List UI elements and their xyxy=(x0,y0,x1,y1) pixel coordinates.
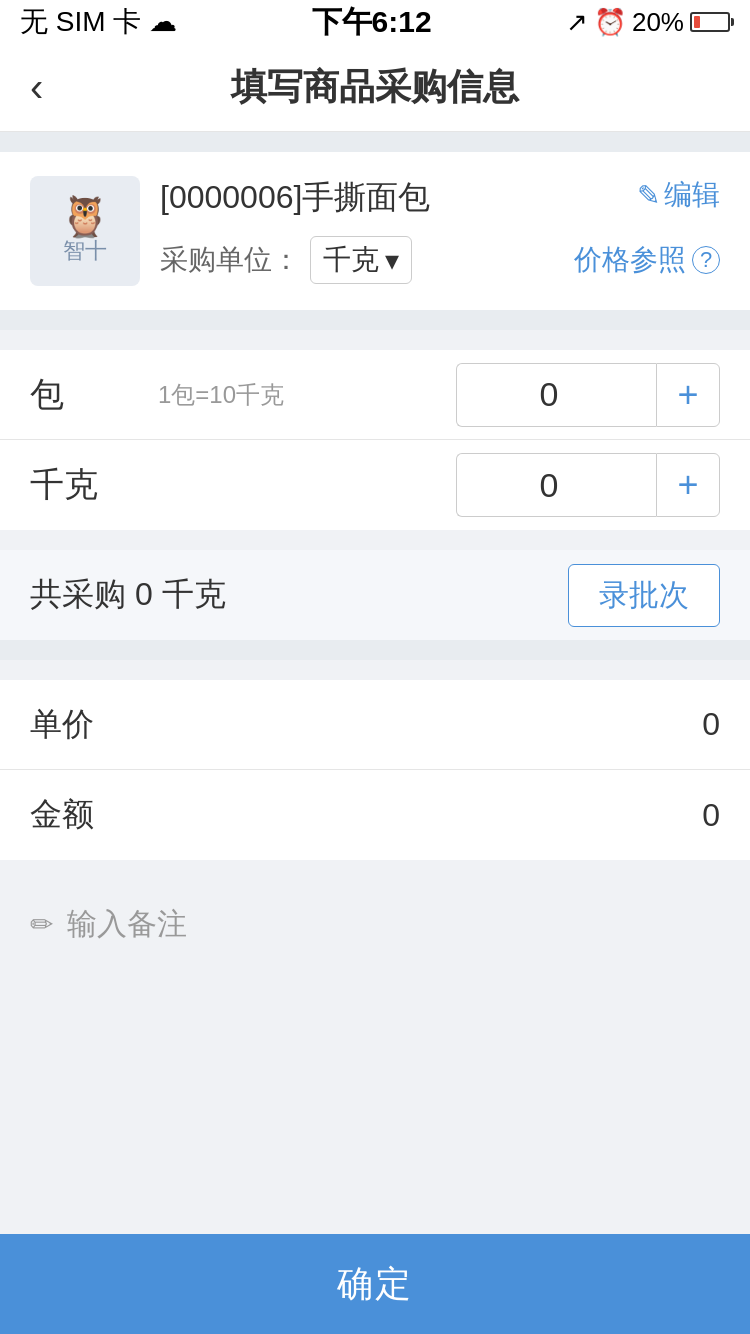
product-info: [0000006]手撕面包 ✎ 编辑 采购单位： 千克 ▾ 价格参照 ? xyxy=(160,176,720,284)
unit-select[interactable]: 千克 ▾ xyxy=(310,236,412,284)
amount-label: 金额 xyxy=(30,793,94,837)
status-bar: 无 SIM 卡 ☁ 下午6:12 ↗ ⏰ 20% xyxy=(0,0,750,44)
edit-button[interactable]: ✎ 编辑 xyxy=(637,176,720,214)
unit-price-label: 单价 xyxy=(30,703,94,747)
confirm-btn-container: 确定 xyxy=(0,1234,750,1334)
remark-placeholder: ✏ 输入备注 xyxy=(30,904,720,945)
amount-value: 0 xyxy=(702,797,720,834)
edit-label: 编辑 xyxy=(664,176,720,214)
status-left: 无 SIM 卡 ☁ xyxy=(20,3,177,41)
summary-text: 共采购 0 千克 xyxy=(30,573,226,617)
status-right: ↗ ⏰ 20% xyxy=(566,7,730,38)
price-reference-button[interactable]: 价格参照 ? xyxy=(574,241,720,279)
unit-price-value: 0 xyxy=(702,706,720,743)
status-time: 下午6:12 xyxy=(312,2,432,43)
bag-label: 包 xyxy=(30,372,150,418)
nav-bar: ‹ 填写商品采购信息 xyxy=(0,44,750,132)
bag-sublabel: 1包=10千克 xyxy=(158,379,284,411)
product-thumb-inner: 🦉 智十 xyxy=(60,196,110,266)
kg-plus-button[interactable]: + xyxy=(656,453,720,517)
back-button[interactable]: ‹ xyxy=(30,65,90,110)
help-icon: ? xyxy=(692,246,720,274)
kg-label: 千克 xyxy=(30,462,150,508)
unit-price-row: 单价 0 xyxy=(0,680,750,770)
price-divider xyxy=(0,640,750,660)
product-thumbnail: 🦉 智十 xyxy=(30,176,140,286)
owl-icon: 🦉 xyxy=(60,196,110,236)
kg-input-row: 千克 + xyxy=(0,440,750,530)
price-section: 单价 0 金额 0 xyxy=(0,680,750,860)
top-divider xyxy=(0,132,750,152)
page-title: 填写商品采购信息 xyxy=(231,63,519,112)
bag-input-right: + xyxy=(284,363,720,427)
batch-button[interactable]: 录批次 xyxy=(568,564,720,627)
remark-section[interactable]: ✏ 输入备注 xyxy=(0,880,750,1080)
battery-icon xyxy=(690,12,730,32)
location-icon: ↗ xyxy=(566,7,588,38)
product-card: 🦉 智十 [0000006]手撕面包 ✎ 编辑 采购单位： 千克 ▾ 价格参照 xyxy=(0,152,750,310)
unit-row: 采购单位： 千克 ▾ 价格参照 ? xyxy=(160,236,720,284)
alarm-icon: ⏰ xyxy=(594,7,626,38)
unit-select-value: 千克 xyxy=(323,241,379,279)
bag-input-row: 包 1包=10千克 + xyxy=(0,350,750,440)
pencil-icon: ✏ xyxy=(30,908,53,941)
product-name-row: [0000006]手撕面包 ✎ 编辑 xyxy=(160,176,720,220)
amount-row: 金额 0 xyxy=(0,770,750,860)
kg-input-right: + xyxy=(150,453,720,517)
bag-quantity-input[interactable] xyxy=(456,363,656,427)
edit-icon: ✎ xyxy=(637,179,660,212)
middle-divider xyxy=(0,310,750,330)
remark-placeholder-text: 输入备注 xyxy=(67,904,187,945)
summary-row: 共采购 0 千克 录批次 xyxy=(0,550,750,640)
no-sim-label: 无 SIM 卡 ☁ xyxy=(20,3,177,41)
battery-percent: 20% xyxy=(632,7,684,38)
kg-quantity-input[interactable] xyxy=(456,453,656,517)
bag-plus-button[interactable]: + xyxy=(656,363,720,427)
price-ref-label: 价格参照 xyxy=(574,241,686,279)
product-name: [0000006]手撕面包 xyxy=(160,176,430,220)
input-section: 包 1包=10千克 + 千克 + xyxy=(0,350,750,530)
summary-section: 共采购 0 千克 录批次 xyxy=(0,550,750,640)
owl-label: 智十 xyxy=(60,236,110,266)
bottom-spacer xyxy=(0,1080,750,1200)
unit-label: 采购单位： xyxy=(160,241,300,279)
chevron-down-icon: ▾ xyxy=(385,244,399,277)
confirm-button[interactable]: 确定 xyxy=(0,1234,750,1334)
